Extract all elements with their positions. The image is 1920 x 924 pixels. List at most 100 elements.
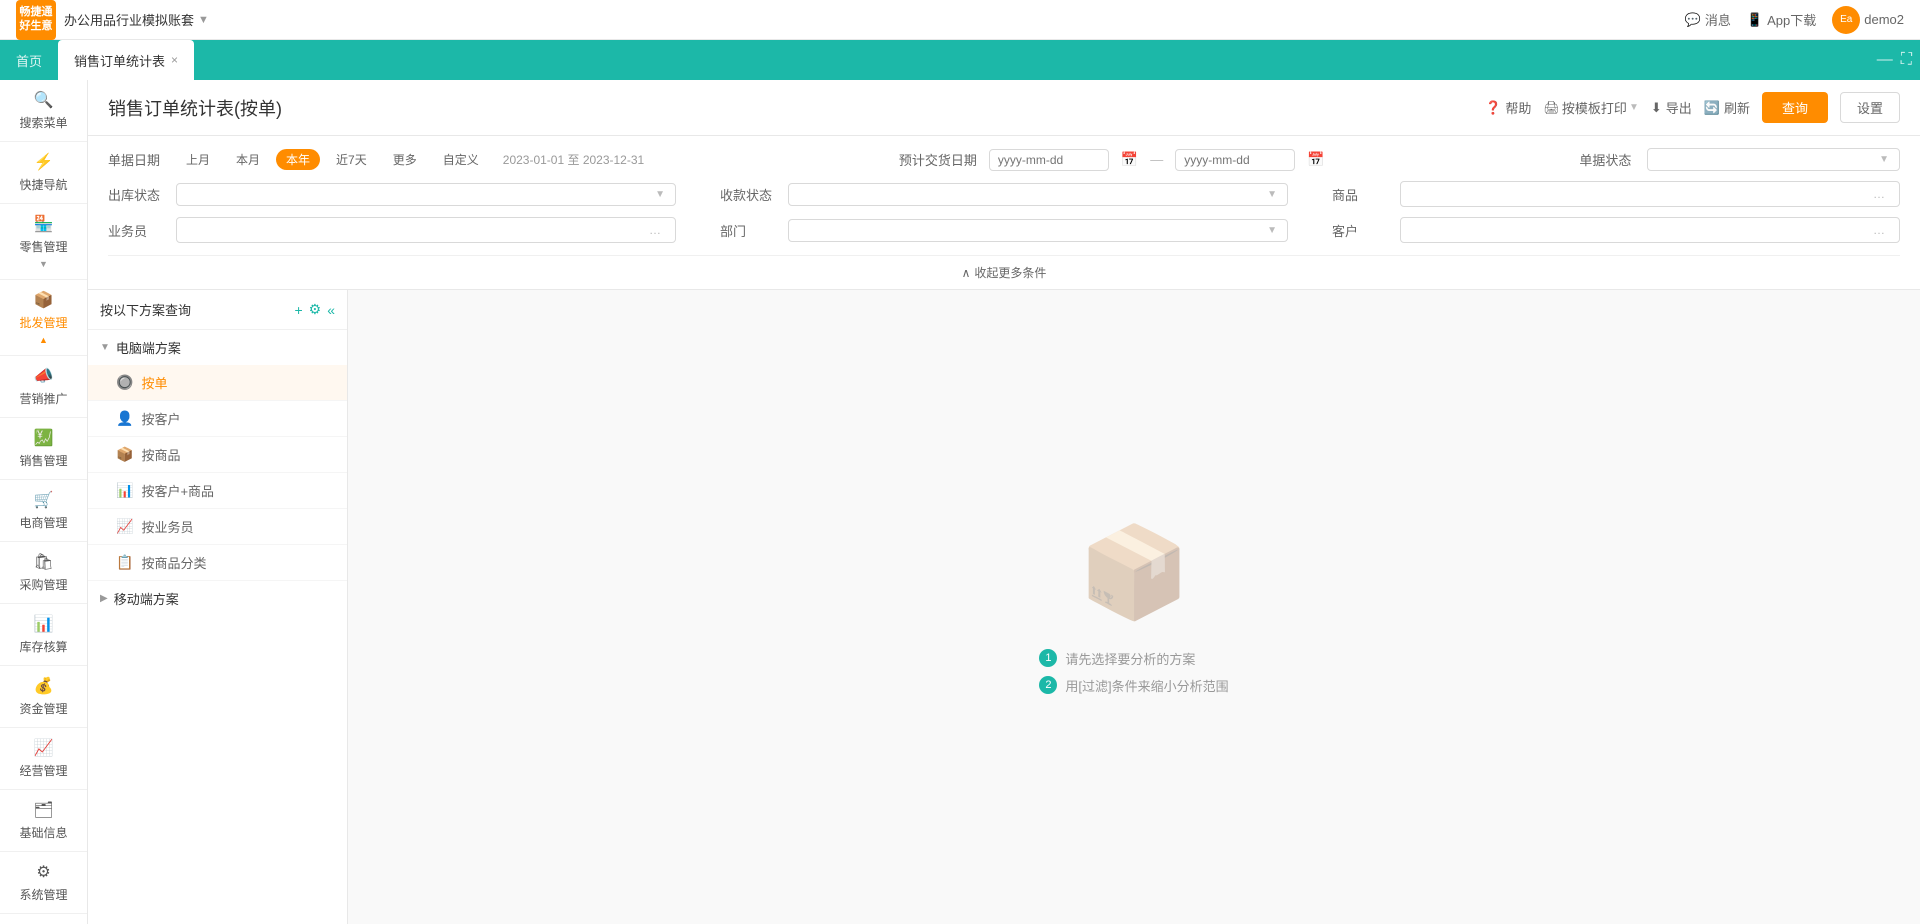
scheme-group-mobile-header[interactable]: ▶ 移动端方案 bbox=[88, 581, 347, 616]
print-label: 按模板打印 bbox=[1562, 98, 1627, 117]
print-button[interactable]: 🖨 按模板打印 ▼ bbox=[1543, 98, 1638, 117]
query-button[interactable]: 查询 bbox=[1762, 92, 1828, 123]
more-btn[interactable]: 更多 bbox=[383, 149, 427, 170]
left-panel-title: 按以下方案查询 bbox=[100, 300, 191, 319]
sidebar-item-retail[interactable]: 🏪 零售管理 ▼ bbox=[0, 204, 87, 280]
by-customer-goods-icon: 📊 bbox=[116, 482, 133, 499]
download-icon: 📱 bbox=[1747, 12, 1763, 28]
filter-content-area: 按以下方案查询 + ⚙ « ▼ 电脑端方案 🔘 按单 bbox=[88, 290, 1920, 924]
goods-more-icon[interactable]: … bbox=[1869, 187, 1889, 201]
app-title-selector[interactable]: 办公用品行业模拟账套 ▼ bbox=[64, 10, 209, 29]
sidebar-item-sales[interactable]: 💹 销售管理 bbox=[0, 418, 87, 480]
calendar-from-icon[interactable]: 📅 bbox=[1121, 151, 1138, 168]
salesman-label: 业务员 bbox=[108, 221, 164, 240]
empty-hint-2: 2 用[过滤]条件来缩小分析范围 bbox=[1039, 676, 1228, 695]
sidebar-item-purchase[interactable]: 🛍 采购管理 bbox=[0, 542, 87, 604]
by-customer-icon: 👤 bbox=[116, 410, 133, 427]
setting-scheme-button[interactable]: ⚙ bbox=[309, 301, 322, 318]
scheme-item-by-goods[interactable]: 📦 按商品 bbox=[88, 437, 347, 473]
sidebar-item-wholesale[interactable]: 📦 批发管理 ▲ bbox=[0, 280, 87, 356]
sidebar-item-finance[interactable]: 💰 资金管理 bbox=[0, 666, 87, 728]
sidebar-item-basic[interactable]: 🗂 基础信息 bbox=[0, 790, 87, 852]
last7days-btn[interactable]: 近7天 bbox=[326, 149, 377, 170]
filter-rows: 单据日期 上月 本月 本年 近7天 更多 自定义 2023-01-01 至 20… bbox=[108, 148, 1900, 255]
tab-sales-order-stats[interactable]: 销售订单统计表 × bbox=[58, 40, 194, 80]
scheme-item-by-order[interactable]: 🔘 按单 bbox=[88, 365, 347, 401]
sidebar-item-inventory[interactable]: 📊 库存核算 bbox=[0, 604, 87, 666]
scheme-item-by-customer[interactable]: 👤 按客户 bbox=[88, 401, 347, 437]
wholesale-icon: 📦 bbox=[34, 290, 54, 310]
tab-maximize-icon[interactable]: ⛶ bbox=[1901, 51, 1912, 69]
system-icon: ⚙ bbox=[36, 862, 50, 882]
hint-text-2: 用[过滤]条件来缩小分析范围 bbox=[1065, 676, 1228, 695]
hint-text-1: 请先选择要分析的方案 bbox=[1065, 649, 1195, 668]
expected-date-to-input[interactable] bbox=[1175, 149, 1295, 171]
sidebar-basic-label: 基础信息 bbox=[19, 824, 67, 841]
sidebar-item-search[interactable]: 🔍 搜索菜单 bbox=[0, 80, 87, 142]
goods-select[interactable]: … bbox=[1400, 181, 1900, 207]
calendar-to-icon[interactable]: 📅 bbox=[1307, 151, 1324, 168]
export-icon: ⬇ bbox=[1651, 100, 1662, 116]
last-month-btn[interactable]: 上月 bbox=[176, 149, 220, 170]
sidebar-item-system[interactable]: ⚙ 系统管理 bbox=[0, 852, 87, 914]
right-content: 📦 1 请先选择要分析的方案 2 用[过滤]条件来缩小分析范围 bbox=[348, 290, 1920, 924]
scheme-item-by-salesman[interactable]: 📈 按业务员 bbox=[88, 509, 347, 545]
sidebar-item-operations[interactable]: 📈 经营管理 bbox=[0, 728, 87, 790]
customer-select[interactable]: … bbox=[1400, 217, 1900, 243]
tab-close-icon[interactable]: × bbox=[171, 53, 178, 67]
collapse-label: 收起更多条件 bbox=[974, 264, 1046, 281]
user-profile[interactable]: Ea demo2 bbox=[1832, 6, 1904, 34]
tab-bar: 首页 销售订单统计表 × — ⛶ bbox=[0, 40, 1920, 80]
sidebar-search-label: 搜索菜单 bbox=[19, 114, 67, 131]
scheme-by-order-label: 按单 bbox=[141, 373, 167, 392]
app-download-button[interactable]: 📱 App下载 bbox=[1747, 10, 1816, 29]
top-bar-left: 畅捷通好生意 办公用品行业模拟账套 ▼ bbox=[16, 0, 209, 40]
customer-label: 客户 bbox=[1332, 221, 1388, 240]
scheme-group-pc-header[interactable]: ▼ 电脑端方案 bbox=[88, 330, 347, 365]
empty-hints: 1 请先选择要分析的方案 2 用[过滤]条件来缩小分析范围 bbox=[1039, 649, 1228, 695]
scheme-item-by-category[interactable]: 📋 按商品分类 bbox=[88, 545, 347, 581]
filter-row-1: 单据日期 上月 本月 本年 近7天 更多 自定义 2023-01-01 至 20… bbox=[108, 148, 1900, 171]
search-icon: 🔍 bbox=[34, 90, 54, 110]
custom-btn[interactable]: 自定义 bbox=[433, 149, 489, 170]
customer-more-icon[interactable]: … bbox=[1869, 223, 1889, 237]
salesman-more-icon[interactable]: … bbox=[645, 223, 665, 237]
sidebar-item-marketing[interactable]: 📣 营销推广 bbox=[0, 356, 87, 418]
empty-illustration: 📦 bbox=[1078, 520, 1190, 625]
refresh-button[interactable]: 🔄 刷新 bbox=[1704, 98, 1750, 117]
sidebar-item-ecommerce[interactable]: 🛒 电商管理 bbox=[0, 480, 87, 542]
export-button[interactable]: ⬇ 导出 bbox=[1651, 98, 1692, 117]
app-download-label: App下载 bbox=[1767, 10, 1816, 29]
wholesale-arrow-icon: ▲ bbox=[39, 335, 48, 345]
sidebar-item-enterprise[interactable]: 🤝 企业协同 bbox=[0, 914, 87, 924]
username: demo2 bbox=[1864, 12, 1904, 27]
salesman-select[interactable]: … bbox=[176, 217, 676, 243]
payment-status-select[interactable]: ▼ bbox=[788, 183, 1288, 206]
message-button[interactable]: 💬 消息 bbox=[1685, 10, 1731, 29]
tab-home[interactable]: 首页 bbox=[0, 40, 58, 80]
scheme-item-by-customer-goods[interactable]: 📊 按客户+商品 bbox=[88, 473, 347, 509]
delivery-status-select[interactable]: ▼ bbox=[176, 183, 676, 206]
sidebar-item-quick-nav[interactable]: ⚡ 快捷导航 bbox=[0, 142, 87, 204]
scheme-by-goods-label: 按商品 bbox=[141, 445, 180, 464]
this-month-btn[interactable]: 本月 bbox=[226, 149, 270, 170]
status-select[interactable]: ▼ bbox=[1647, 148, 1900, 171]
message-label: 消息 bbox=[1705, 10, 1731, 29]
add-scheme-button[interactable]: + bbox=[294, 302, 302, 318]
tab-minimize-icon[interactable]: — bbox=[1877, 51, 1893, 69]
purchase-icon: 🛍 bbox=[33, 552, 53, 572]
collapse-panel-button[interactable]: « bbox=[327, 302, 335, 318]
top-bar: 畅捷通好生意 办公用品行业模拟账套 ▼ 💬 消息 📱 App下载 Ea demo… bbox=[0, 0, 1920, 40]
collapse-button[interactable]: ∧ 收起更多条件 bbox=[962, 264, 1047, 281]
this-year-btn[interactable]: 本年 bbox=[276, 149, 320, 170]
setting-button[interactable]: 设置 bbox=[1840, 92, 1900, 123]
print-icon: 🖨 bbox=[1543, 100, 1560, 116]
help-button[interactable]: ❓ 帮助 bbox=[1485, 98, 1531, 117]
dept-select[interactable]: ▼ bbox=[788, 219, 1288, 242]
refresh-label: 刷新 bbox=[1724, 98, 1750, 117]
message-icon: 💬 bbox=[1685, 12, 1701, 28]
group-arrow-icon: ▼ bbox=[100, 342, 110, 353]
expected-date-from-input[interactable] bbox=[989, 149, 1109, 171]
sidebar-system-label: 系统管理 bbox=[19, 886, 67, 903]
active-tab-label: 销售订单统计表 bbox=[74, 51, 165, 70]
